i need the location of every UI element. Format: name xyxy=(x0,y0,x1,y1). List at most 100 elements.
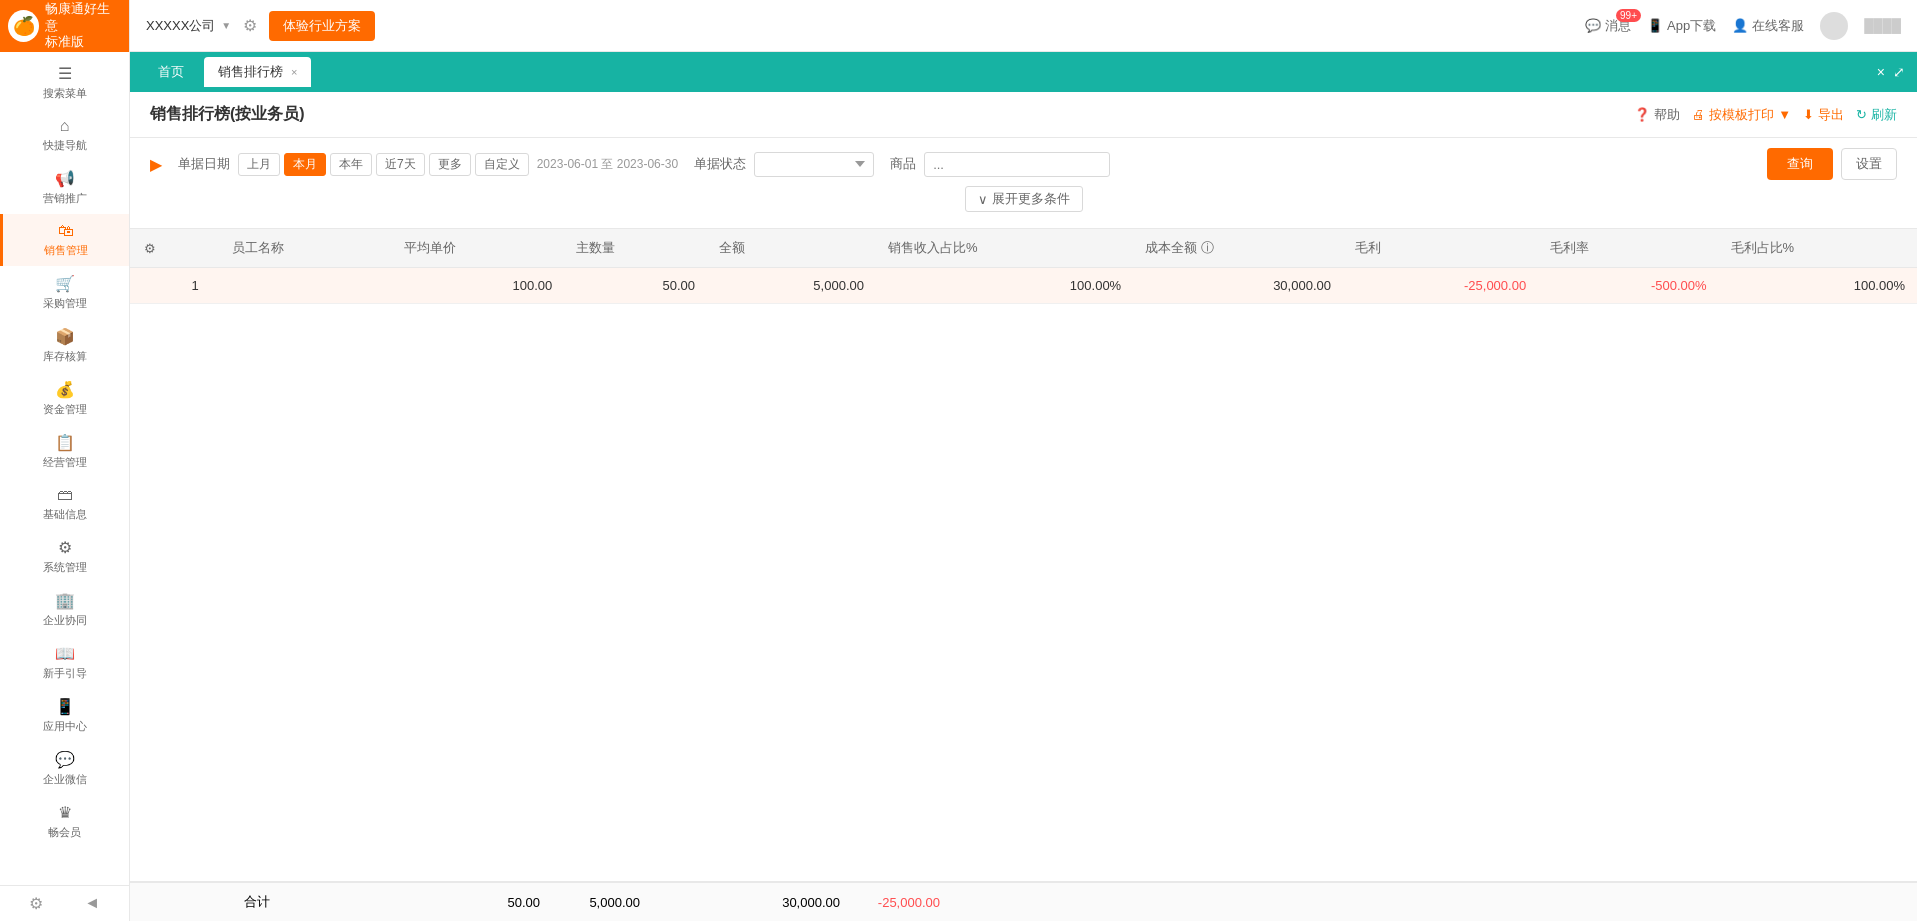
app-download-button[interactable]: 📱 App下载 xyxy=(1647,17,1716,35)
guide-icon: 📖 xyxy=(55,644,75,663)
th-rank xyxy=(170,229,220,268)
date-btn-this-month[interactable]: 本月 xyxy=(284,153,326,176)
company-selector[interactable]: XXXXX公司 ▼ xyxy=(146,17,231,35)
sidebar-item-search[interactable]: ☰ 搜索菜单 xyxy=(0,56,129,109)
sidebar-item-guide[interactable]: 📖 新手引导 xyxy=(0,636,129,689)
table-header: ⚙ 员工名称 平均单价 主数量 全额 销售收入占比% 成本全额 ⓘ 毛利 毛利率… xyxy=(130,229,1917,268)
row-profit-pct: 100.00% xyxy=(1719,268,1917,304)
tab-home[interactable]: 首页 xyxy=(142,55,200,89)
th-qty: 主数量 xyxy=(564,229,707,268)
window-expand-btn[interactable]: ⤢ xyxy=(1893,64,1905,80)
finance-icon: 💰 xyxy=(55,380,75,399)
sidebar: 🍊 畅康通好生意 标准版 ☰ 搜索菜单 ⌂ 快捷导航 📢 营销推广 🛍 销售管理… xyxy=(0,0,130,921)
export-button[interactable]: ⬇ 导出 xyxy=(1803,106,1844,124)
operations-icon: 📋 xyxy=(55,433,75,452)
service-icon: 👤 xyxy=(1732,18,1748,33)
sidebar-item-sales[interactable]: 🛍 销售管理 xyxy=(0,214,129,266)
column-settings-icon[interactable]: ⚙ xyxy=(144,241,156,256)
table-row: 1 100.00 50.00 5,000.00 100.00% 30,000.0… xyxy=(130,268,1917,304)
help-icon: ❓ xyxy=(1634,107,1650,122)
message-icon: 💬 xyxy=(1585,18,1601,33)
footer-profit: -25,000.00 xyxy=(852,895,952,910)
window-close-btn[interactable]: × xyxy=(1877,64,1885,80)
enterprise-icon: 🏢 xyxy=(55,591,75,610)
marketing-icon: 📢 xyxy=(55,169,75,188)
help-button[interactable]: ❓ 帮助 xyxy=(1634,106,1680,124)
th-name: 员工名称 xyxy=(220,229,392,268)
goods-input[interactable] xyxy=(924,152,1110,177)
row-cost: 30,000.00 xyxy=(1133,268,1343,304)
row-qty: 50.00 xyxy=(564,268,707,304)
export-icon: ⬇ xyxy=(1803,107,1814,122)
th-avg-price: 平均单价 xyxy=(392,229,564,268)
home-icon: ⌂ xyxy=(60,117,70,135)
sidebar-item-basic[interactable]: 🗃 基础信息 xyxy=(0,478,129,530)
refresh-button[interactable]: ↻ 刷新 xyxy=(1856,106,1897,124)
page-title: 销售排行榜(按业务员) xyxy=(150,104,305,125)
th-profit-rate: 毛利率 xyxy=(1538,229,1718,268)
tab-sales-ranking[interactable]: 销售排行榜 × xyxy=(204,57,311,87)
footer-label: 合计 xyxy=(232,893,352,911)
th-profit-pct: 毛利占比% xyxy=(1719,229,1917,268)
sidebar-item-system[interactable]: ⚙ 系统管理 xyxy=(0,530,129,583)
sidebar-nav: ☰ 搜索菜单 ⌂ 快捷导航 📢 营销推广 🛍 销售管理 🛒 采购管理 📦 库存核… xyxy=(0,52,129,885)
system-icon: ⚙ xyxy=(58,538,72,557)
date-btn-last-month[interactable]: 上月 xyxy=(238,153,280,176)
page-header: 销售排行榜(按业务员) ❓ 帮助 🖨 按模板打印 ▼ ⬇ 导出 ↻ 刷新 xyxy=(130,92,1917,138)
th-profit: 毛利 xyxy=(1343,229,1538,268)
status-select[interactable] xyxy=(754,152,874,177)
topbar-settings-icon[interactable]: ⚙ xyxy=(243,16,257,35)
tab-label: 销售排行榜 xyxy=(218,63,283,81)
query-button[interactable]: 查询 xyxy=(1767,148,1833,180)
filter-settings-button[interactable]: 设置 xyxy=(1841,148,1897,180)
date-btn-more[interactable]: 更多 xyxy=(429,153,471,176)
sidebar-item-purchase[interactable]: 🛒 采购管理 xyxy=(0,266,129,319)
bottom-settings-btn[interactable]: ⚙ xyxy=(29,894,43,913)
sidebar-item-inventory[interactable]: 📦 库存核算 xyxy=(0,319,129,372)
main-area: XXXXX公司 ▼ ⚙ 体验行业方案 💬 消息 99+ 📱 App下载 👤 在线… xyxy=(130,0,1917,921)
sidebar-item-operations[interactable]: 📋 经营管理 xyxy=(0,425,129,478)
sidebar-item-shortcut[interactable]: ⌂ 快捷导航 xyxy=(0,109,129,161)
sidebar-collapse-btn[interactable]: ◄ xyxy=(84,894,100,913)
trial-button[interactable]: 体验行业方案 xyxy=(269,11,375,41)
th-amount: 全额 xyxy=(707,229,876,268)
row-profit-rate: -500.00% xyxy=(1538,268,1718,304)
row-settings xyxy=(130,268,170,304)
online-service-button[interactable]: 👤 在线客服 xyxy=(1732,17,1804,35)
wechat-icon: 💬 xyxy=(55,750,75,769)
tab-close-icon[interactable]: × xyxy=(291,66,297,78)
inventory-icon: 📦 xyxy=(55,327,75,346)
topbar-right: 💬 消息 99+ 📱 App下载 👤 在线客服 ████ xyxy=(1585,12,1901,40)
filter-collapse-btn[interactable]: ▶ xyxy=(150,155,162,174)
sidebar-item-apps[interactable]: 📱 应用中心 xyxy=(0,689,129,742)
row-avg-price: 100.00 xyxy=(392,268,564,304)
message-button[interactable]: 💬 消息 99+ xyxy=(1585,17,1631,35)
expand-icon: ∨ xyxy=(978,192,988,207)
refresh-icon: ↻ xyxy=(1856,107,1867,122)
date-btn-this-year[interactable]: 本年 xyxy=(330,153,372,176)
sidebar-item-member[interactable]: ♛ 畅会员 xyxy=(0,795,129,848)
sidebar-item-marketing[interactable]: 📢 营销推广 xyxy=(0,161,129,214)
date-buttons: 上月 本月 本年 近7天 更多 自定义 xyxy=(238,153,529,176)
th-sales-pct: 销售收入占比% xyxy=(876,229,1133,268)
footer-qty: 50.00 xyxy=(452,895,552,910)
sidebar-item-wechat[interactable]: 💬 企业微信 xyxy=(0,742,129,795)
logo: 🍊 畅康通好生意 标准版 xyxy=(0,0,129,52)
date-label: 单据日期 xyxy=(178,155,230,173)
sidebar-item-finance[interactable]: 💰 资金管理 xyxy=(0,372,129,425)
member-icon: ♛ xyxy=(58,803,72,822)
date-btn-7days[interactable]: 近7天 xyxy=(376,153,425,176)
user-name[interactable]: ████ xyxy=(1864,18,1901,33)
filter-row-1: ▶ 单据日期 上月 本月 本年 近7天 更多 自定义 2023-06-01 至 … xyxy=(150,148,1897,180)
table-footer: 合计 50.00 5,000.00 30,000.00 -25,000.00 xyxy=(130,881,1917,921)
table-container: ⚙ 员工名称 平均单价 主数量 全额 销售收入占比% 成本全额 ⓘ 毛利 毛利率… xyxy=(130,229,1917,881)
expand-button[interactable]: ∨ 展开更多条件 xyxy=(965,186,1083,212)
purchase-icon: 🛒 xyxy=(55,274,75,293)
page-content: 销售排行榜(按业务员) ❓ 帮助 🖨 按模板打印 ▼ ⬇ 导出 ↻ 刷新 xyxy=(130,92,1917,921)
date-btn-custom[interactable]: 自定义 xyxy=(475,153,529,176)
sidebar-item-enterprise[interactable]: 🏢 企业协同 xyxy=(0,583,129,636)
row-profit: -25,000.00 xyxy=(1343,268,1538,304)
logo-text: 畅康通好生意 标准版 xyxy=(45,1,121,52)
print-button[interactable]: 🖨 按模板打印 ▼ xyxy=(1692,106,1791,124)
company-dropdown-icon: ▼ xyxy=(221,20,231,31)
